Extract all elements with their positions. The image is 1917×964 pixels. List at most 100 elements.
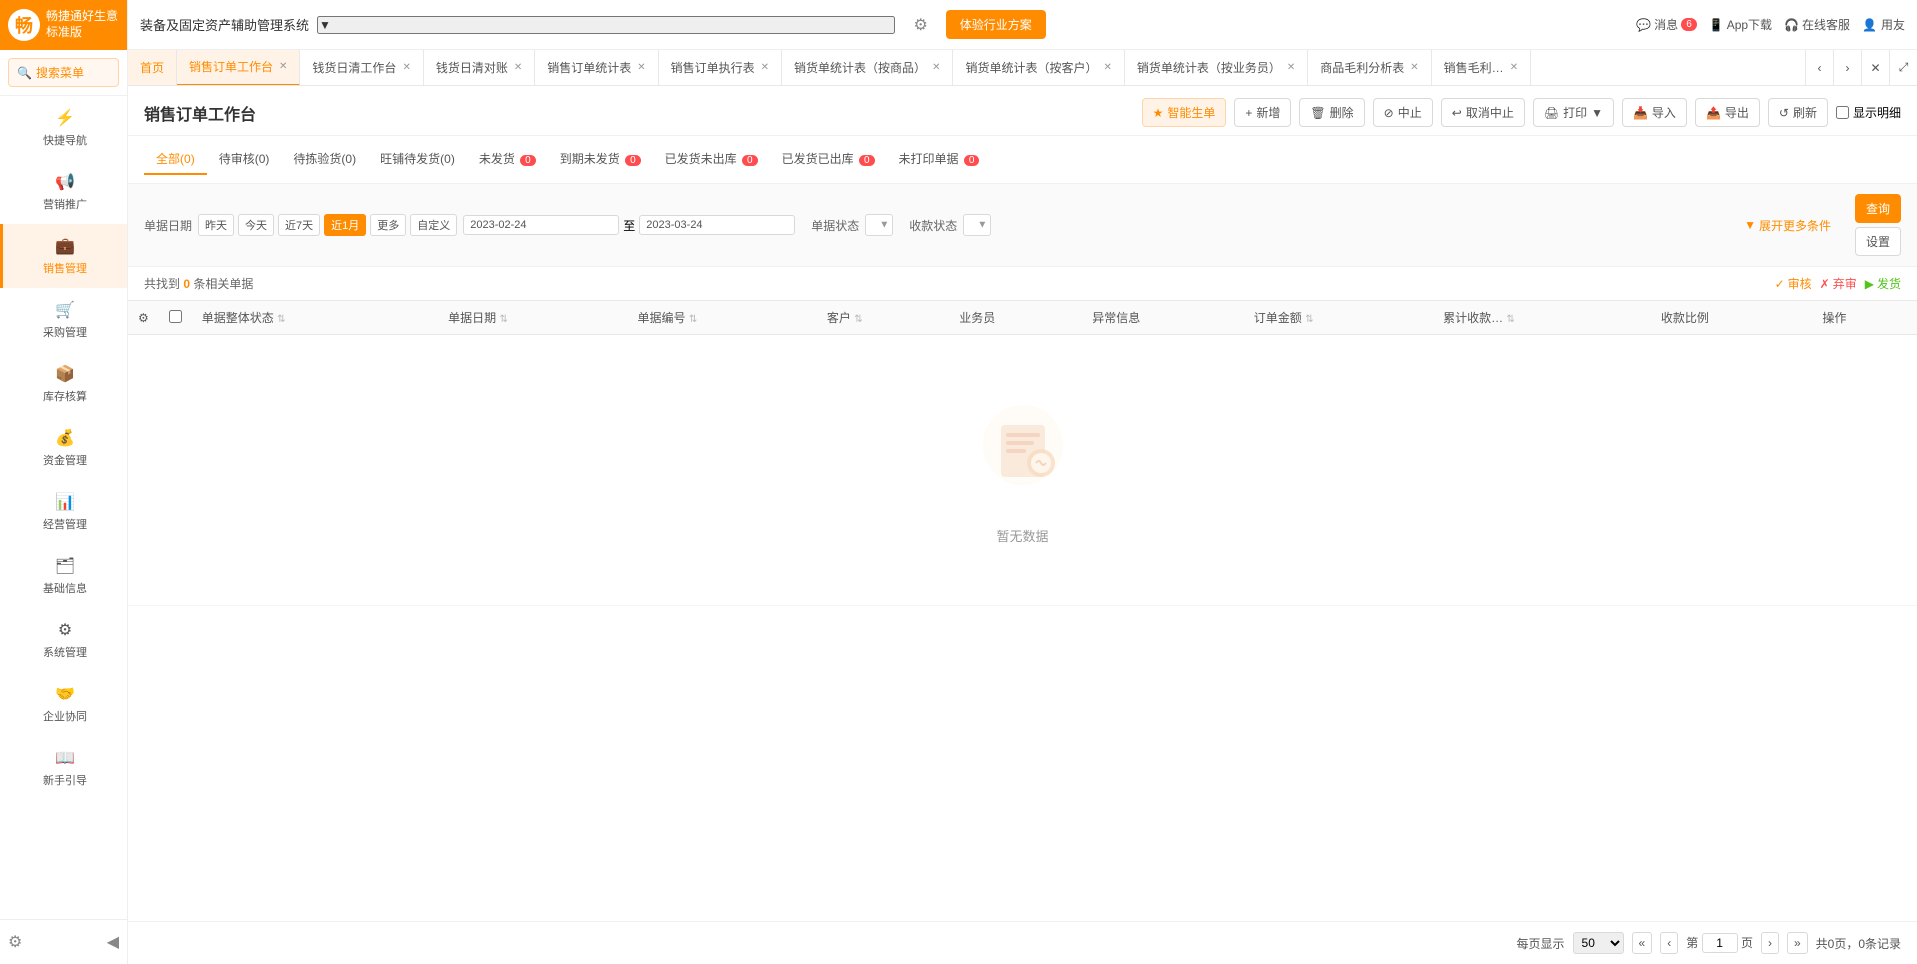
message-button[interactable]: 💬 消息 6 — [1636, 16, 1697, 33]
stop-button[interactable]: ⊘ 中止 — [1373, 98, 1433, 127]
sort-icon[interactable]: ⇅ — [689, 314, 697, 325]
sidebar-item-marketing[interactable]: 📢 营销推广 — [0, 160, 127, 224]
filter-tab-shipped-not-out[interactable]: 已发货未出库 0 — [653, 144, 770, 175]
collection-select[interactable] — [963, 214, 991, 236]
online-service-button[interactable]: 🎧 在线客服 — [1784, 16, 1850, 33]
delete-button[interactable]: 🗑 删除 — [1299, 98, 1364, 127]
close-tab-icon[interactable]: ✕ — [514, 62, 522, 73]
first-page-button[interactable]: « — [1632, 932, 1653, 954]
sort-icon[interactable]: ⇅ — [1506, 314, 1514, 325]
sort-icon[interactable]: ⇅ — [499, 314, 507, 325]
tab-sales-margin[interactable]: 销售毛利… ✕ — [1432, 50, 1531, 86]
sidebar-item-inventory[interactable]: 📦 库存核算 — [0, 352, 127, 416]
filter-tab-unprinted[interactable]: 未打印单据 0 — [887, 144, 992, 175]
refresh-button[interactable]: ↺ 刷新 — [1768, 98, 1828, 127]
close-tab-icon[interactable]: ✕ — [402, 62, 410, 73]
tab-customer-stats[interactable]: 销货单统计表（按客户） ✕ — [953, 50, 1124, 86]
system-dropdown-button[interactable]: ▼ — [317, 16, 895, 34]
today-button[interactable]: 今天 — [238, 214, 274, 236]
date-to-input[interactable] — [639, 215, 795, 235]
sidebar-item-enterprise[interactable]: 🤝 企业协同 — [0, 672, 127, 736]
filter-tab-wangpu[interactable]: 旺铺待发货(0) — [368, 144, 467, 175]
user-menu-button[interactable]: 👤 用友 — [1862, 16, 1905, 33]
settings-filter-button[interactable]: 设置 — [1855, 227, 1901, 256]
filter-tab-pending-pick[interactable]: 待拣验货(0) — [281, 144, 368, 175]
ship-button[interactable]: ▶ 发货 — [1865, 275, 1901, 292]
smart-create-button[interactable]: ★ 智能生单 — [1142, 98, 1227, 127]
more-date-button[interactable]: 更多 — [370, 214, 406, 236]
close-tab-icon[interactable]: ✕ — [1510, 62, 1518, 73]
next-page-button[interactable]: › — [1761, 932, 1779, 954]
show-detail-label[interactable]: 显示明细 — [1836, 104, 1901, 121]
filter-tab-unshipped[interactable]: 未发货 0 — [467, 144, 548, 175]
sort-icon[interactable]: ⇅ — [854, 314, 862, 325]
plus-icon: + — [1245, 106, 1252, 120]
custom-date-button[interactable]: 自定义 — [410, 214, 457, 236]
show-detail-checkbox[interactable] — [1836, 106, 1849, 119]
close-tab-icon[interactable]: ✕ — [1103, 62, 1111, 73]
table-scroll[interactable]: ⚙ 单据整体状态 ⇅ 单据日期 ⇅ — [128, 300, 1917, 909]
sidebar-item-basic[interactable]: 🗂 基础信息 — [0, 544, 127, 608]
sidebar-item-purchase[interactable]: 🛒 采购管理 — [0, 288, 127, 352]
filter-tab-all[interactable]: 全部(0) — [144, 144, 207, 175]
prev-page-button[interactable]: ‹ — [1660, 932, 1678, 954]
page-number-input[interactable] — [1702, 933, 1738, 953]
sidebar-item-guide[interactable]: 📖 新手引导 — [0, 736, 127, 800]
tab-maximize-button[interactable]: ⤢ — [1889, 50, 1917, 86]
filter-tab-pending-audit[interactable]: 待审核(0) — [207, 144, 282, 175]
last-month-button[interactable]: 近1月 — [324, 214, 366, 236]
export-button[interactable]: 📤 导出 — [1695, 98, 1760, 127]
query-button[interactable]: 查询 — [1855, 194, 1901, 223]
industry-solution-button[interactable]: 体验行业方案 — [946, 10, 1046, 39]
settings-icon[interactable]: ⚙ — [8, 932, 22, 952]
horizontal-scrollbar[interactable] — [128, 909, 1917, 921]
per-page-select[interactable]: 20 50 100 — [1573, 932, 1624, 954]
cancel-stop-button[interactable]: ↩ 取消中止 — [1441, 98, 1525, 127]
tab-scroll-left-button[interactable]: ‹ — [1805, 50, 1833, 86]
search-menu-button[interactable]: 🔍 搜索菜单 — [8, 58, 119, 87]
select-all-checkbox[interactable] — [169, 310, 182, 323]
add-button[interactable]: + 新增 — [1234, 98, 1291, 127]
sidebar-item-system[interactable]: ⚙ 系统管理 — [0, 608, 127, 672]
tab-close-all-button[interactable]: ✕ — [1861, 50, 1889, 86]
print-button[interactable]: 🖨 打印 ▼ — [1533, 98, 1614, 127]
collapse-icon[interactable]: ◀ — [107, 932, 119, 952]
sort-icon[interactable]: ⇅ — [1305, 314, 1313, 325]
tab-product-stats[interactable]: 销货单统计表（按商品） ✕ — [782, 50, 953, 86]
data-table: ⚙ 单据整体状态 ⇅ 单据日期 ⇅ — [128, 300, 1917, 606]
sidebar-item-quick-nav[interactable]: ⚡ 快捷导航 — [0, 96, 127, 160]
close-tab-icon[interactable]: ✕ — [637, 62, 645, 73]
tab-cash-reconcile[interactable]: 钱货日清对账 ✕ — [424, 50, 535, 86]
status-select[interactable] — [865, 214, 893, 236]
sidebar-item-operations[interactable]: 📊 经营管理 — [0, 480, 127, 544]
last7days-button[interactable]: 近7天 — [278, 214, 320, 236]
tab-margin-analysis[interactable]: 商品毛利分析表 ✕ — [1308, 50, 1431, 86]
close-tab-icon[interactable]: ✕ — [1410, 62, 1418, 73]
tab-scroll-right-button[interactable]: › — [1833, 50, 1861, 86]
close-tab-icon[interactable]: ✕ — [932, 62, 940, 73]
tab-cash-clear[interactable]: 钱货日清工作台 ✕ — [300, 50, 423, 86]
close-tab-icon[interactable]: ✕ — [1287, 62, 1295, 73]
last-page-button[interactable]: » — [1787, 932, 1808, 954]
expand-conditions-button[interactable]: ▼ 展开更多条件 — [1744, 217, 1831, 234]
app-download-button[interactable]: 📱 App下载 — [1709, 16, 1772, 33]
date-from-input[interactable] — [463, 215, 619, 235]
tab-sales-order[interactable]: 销售订单工作台 ✕ — [177, 50, 300, 86]
sidebar-item-finance[interactable]: 💰 资金管理 — [0, 416, 127, 480]
tab-sales-stats[interactable]: 销售订单统计表 ✕ — [535, 50, 658, 86]
gear-settings-button[interactable]: ⚙ — [903, 10, 937, 40]
sidebar-item-sales[interactable]: 💼 销售管理 — [0, 224, 127, 288]
tab-sales-exec[interactable]: 销售订单执行表 ✕ — [659, 50, 782, 86]
close-tab-icon[interactable]: ✕ — [279, 61, 287, 72]
audit-button[interactable]: ✓ 审核 — [1775, 275, 1812, 292]
filter-tab-shipped-out[interactable]: 已发货已出库 0 — [770, 144, 887, 175]
sort-icon[interactable]: ⇅ — [277, 314, 285, 325]
tab-nav-buttons: ‹ › ✕ ⤢ — [1805, 50, 1917, 86]
close-tab-icon[interactable]: ✕ — [761, 62, 769, 73]
yesterday-button[interactable]: 昨天 — [198, 214, 234, 236]
tab-home[interactable]: 首页 — [128, 50, 177, 86]
cancel-audit-button[interactable]: ✗ 弃审 — [1820, 275, 1857, 292]
tab-staff-stats[interactable]: 销货单统计表（按业务员） ✕ — [1125, 50, 1308, 86]
import-button[interactable]: 📥 导入 — [1622, 98, 1687, 127]
filter-tab-overdue-unshipped[interactable]: 到期未发货 0 — [548, 144, 653, 175]
